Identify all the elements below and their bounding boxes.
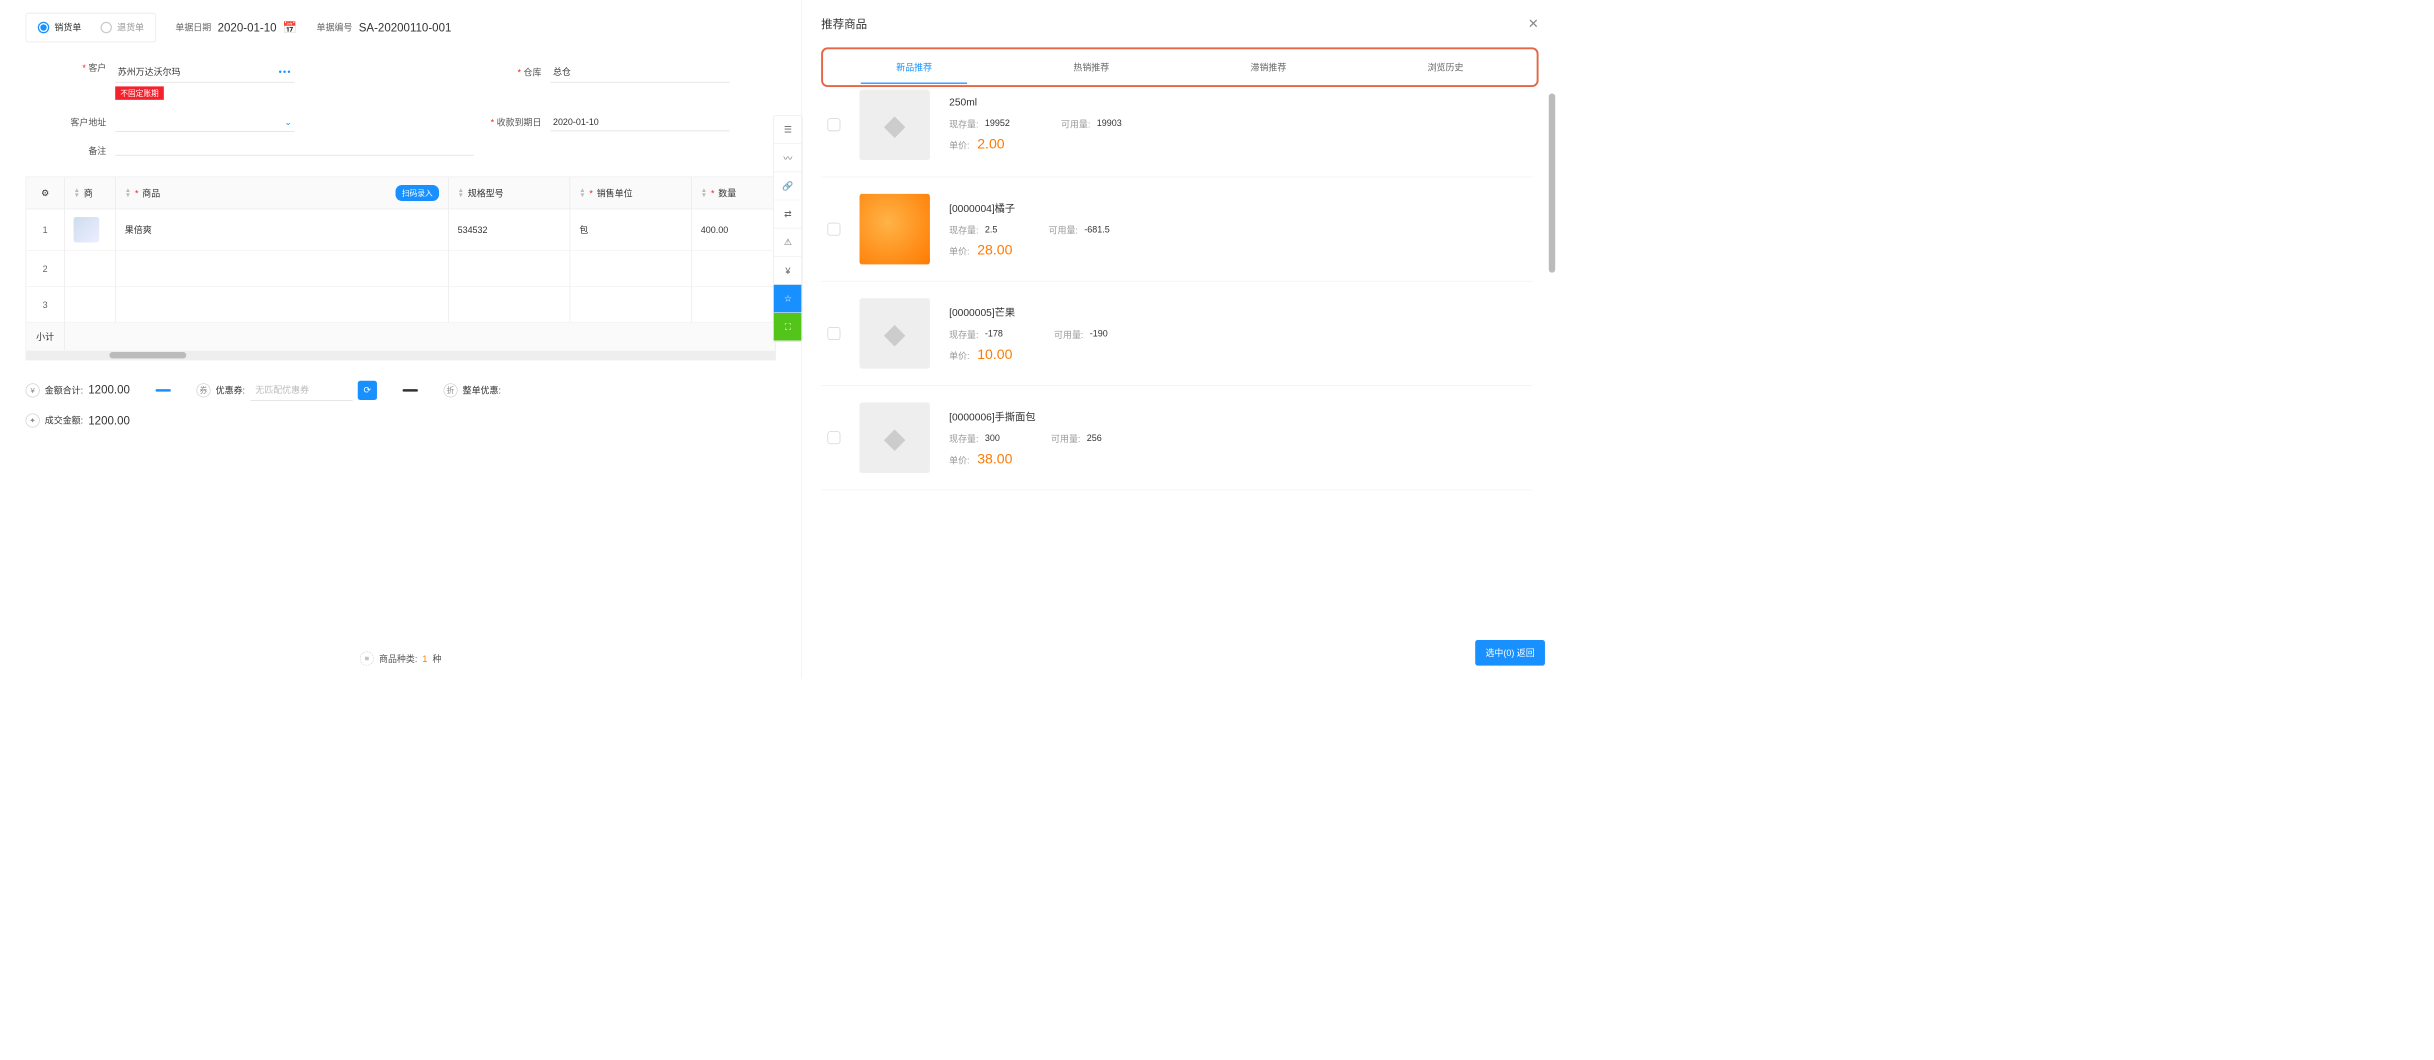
panel-title: 推荐商品 (821, 15, 867, 32)
checkbox[interactable] (828, 327, 841, 340)
tool-warn-icon[interactable]: ⚠ (774, 228, 802, 256)
doc-date-label: 单据日期 (175, 21, 211, 34)
radio-icon (38, 22, 50, 34)
tool-chart-icon[interactable]: 〰 (774, 144, 802, 172)
due-input[interactable]: 2020-01-10 (550, 113, 729, 132)
product-thumb (74, 217, 100, 243)
refresh-button[interactable]: ⟳ (358, 380, 377, 399)
tool-expand-icon[interactable]: ⛶ (774, 313, 802, 341)
total-sum: ¥ 金额合计: 1200.00 (26, 383, 130, 397)
radio-icon (100, 22, 112, 34)
table-row[interactable]: 3 (26, 287, 775, 323)
yen-icon: ¥ (26, 383, 40, 397)
doc-date: 单据日期 2020-01-10 📅 (175, 18, 297, 37)
warehouse-input[interactable]: 总仓 (550, 61, 729, 82)
product-image: ◆ (860, 298, 930, 368)
scan-button[interactable]: 扫码录入 (396, 185, 440, 201)
dash-icon (402, 389, 417, 392)
order-type-tabs: 销货单 退货单 (26, 13, 157, 42)
info-icon: ≡ (360, 652, 374, 666)
col-unit[interactable]: ▲▼*销售单位 (570, 177, 692, 208)
tab-history[interactable]: 浏览历史 (1357, 52, 1534, 83)
col-spec[interactable]: ▲▼规格型号 (449, 177, 571, 208)
select-return-button[interactable]: 选中(0) 返回 (1475, 640, 1545, 666)
col-qty[interactable]: ▲▼*数量 (692, 177, 775, 208)
tool-swap-icon[interactable]: ⇄ (774, 200, 802, 228)
bottom-summary: ≡ 商品种类: 1 种 (360, 652, 442, 666)
close-icon[interactable]: ✕ (1528, 16, 1539, 32)
doc-no: 单据编号 SA-20200110-001 (316, 18, 451, 37)
coupon-input[interactable]: 无匹配优惠券 (250, 380, 352, 401)
table-row[interactable]: 2 (26, 251, 775, 287)
deal-icon: ✦ (26, 413, 40, 427)
tab-sales[interactable]: 销货单 (38, 21, 82, 34)
product-image: ◆ (860, 403, 930, 473)
customer-more-icon[interactable]: ••• (279, 67, 292, 77)
col-settings[interactable]: ⚙ (26, 177, 64, 208)
tab-hot[interactable]: 热销推荐 (1003, 52, 1180, 83)
customer-value: 苏州万达沃尔玛 (118, 65, 279, 78)
warehouse-label: 仓库 (384, 66, 550, 79)
list-item[interactable]: ◆ [0000005]芒果 现存量:-178 可用量:-190 单价:10.00 (821, 282, 1532, 386)
tab-return-label: 退货单 (117, 21, 144, 34)
checkbox[interactable] (828, 223, 841, 236)
whole-discount: 折 整单优惠: (443, 383, 501, 397)
coupon-icon: 券 (196, 383, 210, 397)
doc-date-value[interactable]: 2020-01-10 (218, 18, 277, 37)
checkbox[interactable] (828, 431, 841, 444)
items-table: ⚙ ▲▼商 ▲▼*商品扫码录入 ▲▼规格型号 ▲▼*销售单位 ▲▼*数量 1 果… (26, 177, 776, 361)
tab-slow[interactable]: 滞销推荐 (1180, 52, 1357, 83)
calendar-icon[interactable]: 📅 (283, 21, 297, 34)
list-item[interactable]: ◆ [0000006]手撕面包 现存量:300 可用量:256 单价:38.00 (821, 386, 1532, 490)
v-scrollbar[interactable] (1549, 93, 1555, 272)
tab-return[interactable]: 退货单 (100, 21, 144, 34)
dash-icon (156, 389, 171, 392)
customer-badge: 不固定账期 (115, 86, 164, 99)
remark-label: 备注 (26, 145, 116, 158)
due-label: 收款到期日 (384, 116, 550, 129)
product-image (860, 194, 930, 264)
tool-link-icon[interactable]: 🔗 (774, 172, 802, 200)
col-image[interactable]: ▲▼商 (65, 177, 116, 208)
discount-icon: 折 (443, 383, 457, 397)
warehouse-value: 总仓 (553, 65, 727, 78)
h-scrollbar[interactable] (26, 351, 775, 360)
tool-currency-icon[interactable]: ¥ (774, 257, 802, 285)
recommend-tabs-highlight: 新品推荐 热销推荐 滞销推荐 浏览历史 (821, 47, 1538, 87)
table-row[interactable]: 1 果倍爽 534532 包 400.00 (26, 209, 775, 251)
recommend-list: ◆ 250ml 现存量:19952 可用量:19903 单价:2.00 [000… (802, 87, 1558, 678)
tool-list-icon[interactable]: ☰ (774, 116, 802, 144)
doc-no-value: SA-20200110-001 (359, 18, 452, 37)
due-value: 2020-01-10 (553, 116, 727, 126)
addr-input[interactable]: ⌄ (115, 113, 294, 132)
tab-sales-label: 销货单 (54, 21, 81, 34)
side-toolbar: ☰ 〰 🔗 ⇄ ⚠ ¥ ☆ ⛶ (773, 115, 802, 342)
product-image: ◆ (860, 90, 930, 160)
coupon: 券 优惠券: 无匹配优惠券 ⟳ (196, 380, 376, 401)
customer-input[interactable]: 苏州万达沃尔玛 ••• (115, 61, 294, 82)
doc-no-label: 单据编号 (316, 21, 352, 34)
addr-label: 客户地址 (26, 116, 116, 129)
checkbox[interactable] (828, 118, 841, 131)
tab-new[interactable]: 新品推荐 (826, 52, 1003, 83)
gear-icon: ⚙ (41, 188, 49, 199)
list-item[interactable]: [0000004]橘子 现存量:2.5 可用量:-681.5 单价:28.00 (821, 177, 1532, 281)
customer-label: 客户 (26, 61, 116, 74)
list-item[interactable]: ◆ 250ml 现存量:19952 可用量:19903 单价:2.00 (821, 87, 1532, 177)
deal-amount: ✦ 成交金额: 1200.00 (26, 413, 130, 427)
col-product[interactable]: ▲▼*商品扫码录入 (116, 177, 449, 208)
subtotal-row: 小计 (26, 323, 775, 351)
chevron-down-icon[interactable]: ⌄ (284, 116, 292, 127)
remark-input[interactable] (115, 147, 473, 155)
tool-star-icon[interactable]: ☆ (774, 285, 802, 313)
